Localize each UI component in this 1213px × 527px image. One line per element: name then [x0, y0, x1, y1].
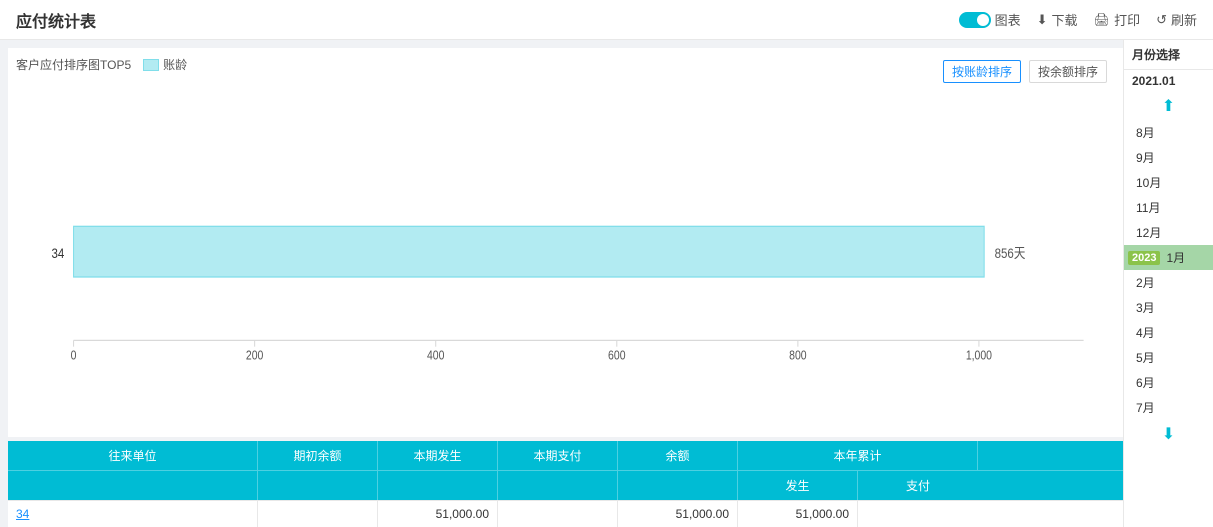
- chart-svg-container: 34 856天 0: [16, 87, 1115, 429]
- chart-area: 客户应付排序图TOP5 账龄 按账龄排序 按余额排序: [0, 40, 1123, 527]
- print-button[interactable]: 🖨 打印: [1094, 10, 1141, 29]
- th-opening: 期初余额: [258, 441, 378, 470]
- th-ytd-payment: 支付: [858, 471, 978, 500]
- header-actions: 图表 ⬇ 下载 🖨 打印 ↺ 刷新: [959, 10, 1197, 29]
- td-payment: [498, 501, 618, 527]
- sidebar-up-arrow[interactable]: ⬆: [1124, 92, 1213, 120]
- legend-color-box: [143, 59, 159, 71]
- toggle-knob: [977, 14, 989, 26]
- th-unit-sub: [8, 471, 258, 500]
- td-balance: 51,000.00: [618, 501, 738, 527]
- th-unit: 往来单位: [8, 441, 258, 470]
- chart-label: 图表: [995, 10, 1021, 29]
- table-row: 34 51,000.00 51,000.00 51,000.00: [8, 500, 1123, 527]
- svg-text:400: 400: [427, 348, 444, 362]
- legend-title: 客户应付排序图TOP5: [16, 56, 131, 73]
- th-payment: 本期支付: [498, 441, 618, 470]
- sidebar-month-1[interactable]: 1月: [1162, 247, 1189, 268]
- td-occurrence: 51,000.00: [378, 501, 498, 527]
- svg-text:1,000: 1,000: [966, 348, 992, 362]
- sidebar-year-display: 2021.01: [1124, 70, 1213, 92]
- sidebar-month-9[interactable]: 9月: [1124, 145, 1213, 170]
- td-ytd-payment: [858, 501, 978, 527]
- table-panel: 往来单位 期初余额 本期发生 本期支付 余额 本年累计 发生: [8, 441, 1123, 527]
- sidebar-down-arrow[interactable]: ⬇: [1124, 420, 1213, 448]
- download-icon: ⬇: [1037, 12, 1048, 28]
- th-occurrence: 本期发生: [378, 441, 498, 470]
- th-balance-sub: [618, 471, 738, 500]
- sidebar: 月份选择 2021.01 ⬆ 8月 9月 10月 11月 12月 2023 1月…: [1123, 40, 1213, 527]
- refresh-icon: ↺: [1156, 12, 1167, 28]
- sidebar-month-4[interactable]: 4月: [1124, 320, 1213, 345]
- legend-item-label: 账龄: [163, 56, 187, 73]
- year-badge: 2023: [1128, 251, 1160, 265]
- th-opening-sub: [258, 471, 378, 500]
- sidebar-month-10[interactable]: 10月: [1124, 170, 1213, 195]
- sidebar-month-11[interactable]: 11月: [1124, 195, 1213, 220]
- unit-link[interactable]: 34: [16, 507, 29, 521]
- chart-panel: 客户应付排序图TOP5 账龄 按账龄排序 按余额排序: [8, 48, 1123, 437]
- td-ytd-occurrence: 51,000.00: [738, 501, 858, 527]
- header: 应付统计表 图表 ⬇ 下载 🖨 打印 ↺ 刷新: [0, 0, 1213, 40]
- th-occurrence-sub: [378, 471, 498, 500]
- svg-text:34: 34: [51, 245, 64, 261]
- print-icon: 🖨: [1094, 12, 1111, 28]
- sidebar-month-3[interactable]: 3月: [1124, 295, 1213, 320]
- svg-text:600: 600: [608, 348, 625, 362]
- sidebar-month-2[interactable]: 2月: [1124, 270, 1213, 295]
- sidebar-month-6[interactable]: 6月: [1124, 370, 1213, 395]
- td-opening: [258, 501, 378, 527]
- page-title: 应付统计表: [16, 8, 96, 32]
- refresh-button[interactable]: ↺ 刷新: [1156, 10, 1197, 29]
- th-ytd-occurrence: 发生: [738, 471, 858, 500]
- td-unit: 34: [8, 501, 258, 527]
- print-label: 打印: [1114, 10, 1140, 29]
- svg-text:0: 0: [71, 348, 77, 362]
- sort-buttons: 按账龄排序 按余额排序: [943, 60, 1115, 87]
- sort-by-amount-button[interactable]: 按账龄排序: [943, 60, 1021, 83]
- toggle-switch-icon[interactable]: [959, 12, 991, 28]
- th-ytd-group: 本年累计: [738, 441, 978, 470]
- sort-by-balance-button[interactable]: 按余额排序: [1029, 60, 1107, 83]
- svg-text:856天: 856天: [995, 245, 1026, 261]
- svg-text:800: 800: [789, 348, 806, 362]
- sidebar-month-8[interactable]: 8月: [1124, 120, 1213, 145]
- sidebar-month-5[interactable]: 5月: [1124, 345, 1213, 370]
- sidebar-header: 月份选择: [1124, 40, 1213, 70]
- download-button[interactable]: ⬇ 下载: [1037, 10, 1078, 29]
- chart-legend: 客户应付排序图TOP5 账龄: [16, 56, 187, 73]
- chart-svg: 34 856天 0: [16, 87, 1115, 429]
- sidebar-month-7[interactable]: 7月: [1124, 395, 1213, 420]
- th-balance: 余额: [618, 441, 738, 470]
- app-container: 应付统计表 图表 ⬇ 下载 🖨 打印 ↺ 刷新: [0, 0, 1213, 527]
- download-label: 下载: [1052, 10, 1078, 29]
- sidebar-month-12[interactable]: 12月: [1124, 220, 1213, 245]
- svg-text:200: 200: [246, 348, 263, 362]
- sidebar-year-marker-row: 2023 1月: [1124, 245, 1213, 270]
- refresh-label: 刷新: [1171, 10, 1197, 29]
- main-content: 客户应付排序图TOP5 账龄 按账龄排序 按余额排序: [0, 40, 1213, 527]
- th-payment-sub: [498, 471, 618, 500]
- chart-toggle[interactable]: 图表: [959, 10, 1021, 29]
- legend-item: 账龄: [143, 56, 187, 73]
